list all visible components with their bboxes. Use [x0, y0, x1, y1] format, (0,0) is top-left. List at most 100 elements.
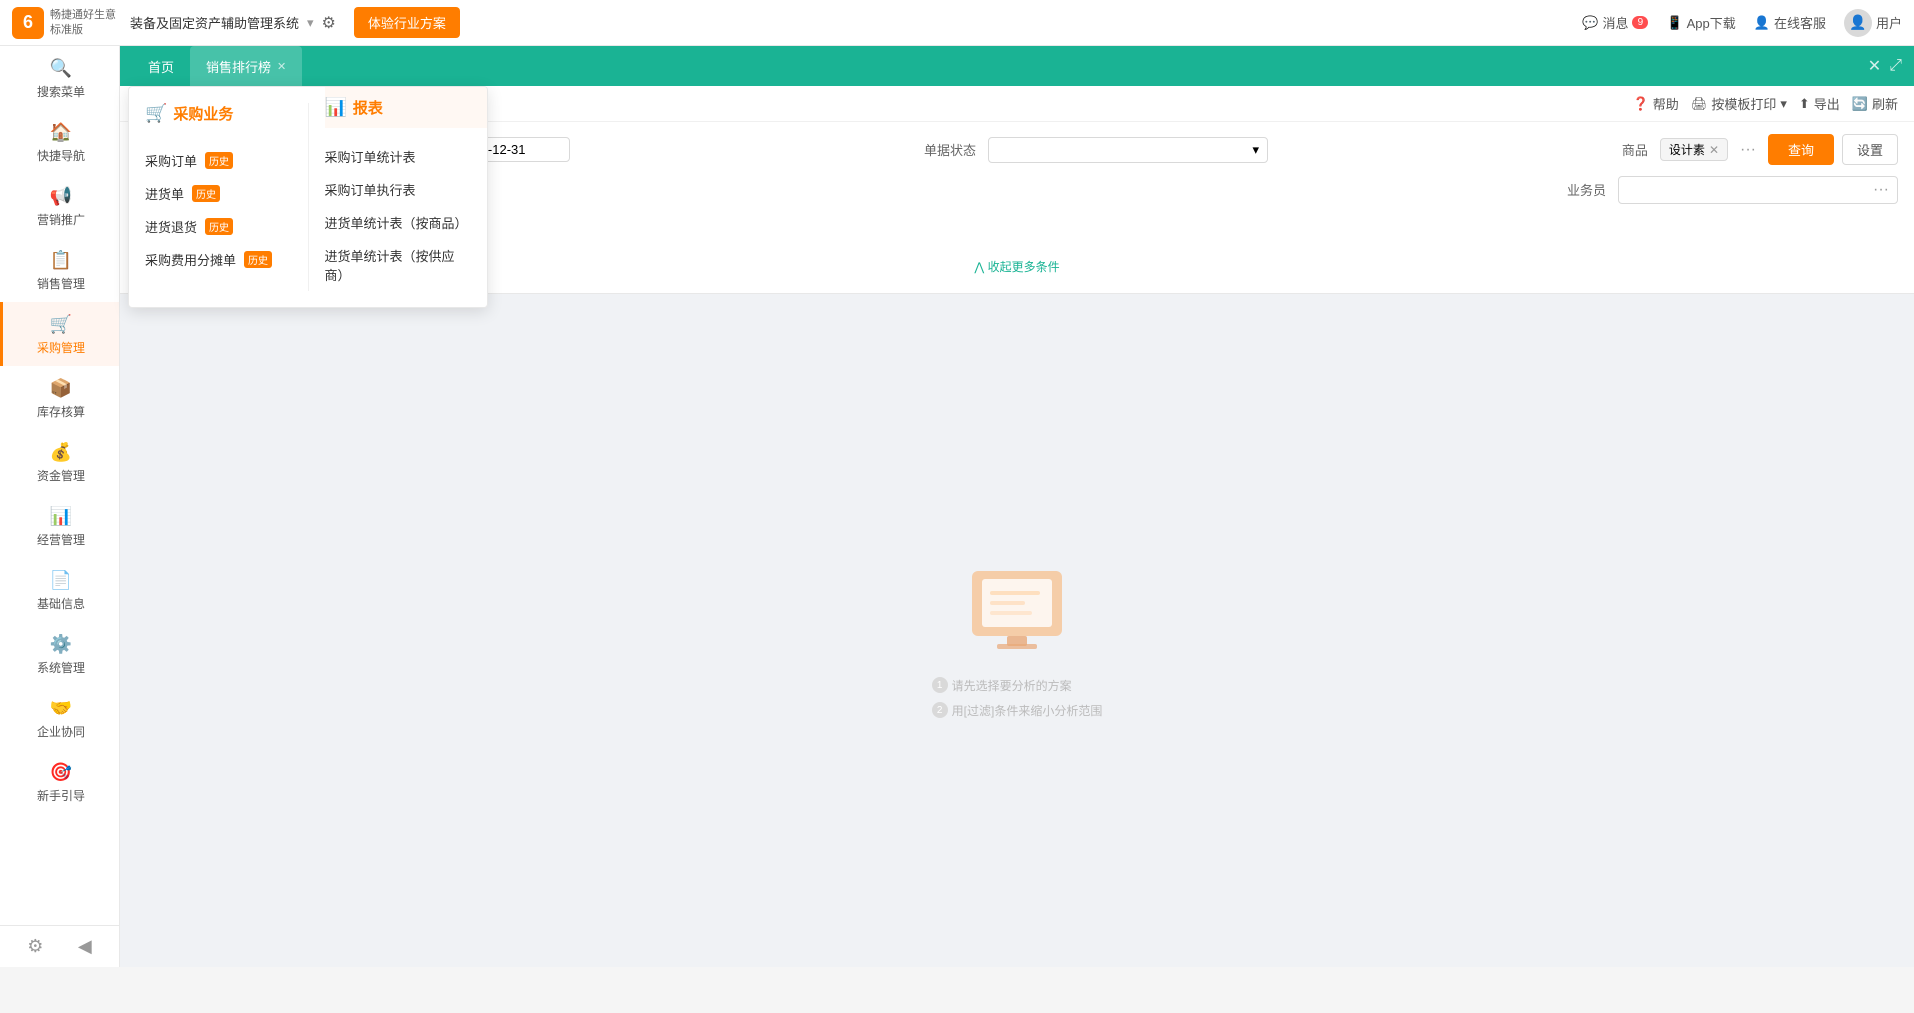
sidebar-item-marketing[interactable]: 📢 营销推广 — [0, 174, 119, 238]
export-icon: ⬆ — [1799, 96, 1810, 112]
incoming-label: 进货单 — [145, 184, 184, 203]
tab-expand-icon[interactable]: ⤢ — [1889, 57, 1902, 75]
order-exec-label: 采购订单执行表 — [325, 180, 416, 199]
logo-area: 6 畅捷通好生意 标准版 — [12, 7, 122, 39]
empty-hint-2: 2 用[过滤]条件来缩小分析范围 — [932, 702, 1103, 719]
sidebar-item-inventory[interactable]: 📦 库存核算 — [0, 366, 119, 430]
sidebar-label-inventory: 库存核算 — [37, 403, 85, 420]
sidebar-item-system[interactable]: ⚙️ 系统管理 — [0, 622, 119, 686]
tab-sales-rank[interactable]: 销售排行榜 ✕ — [190, 46, 302, 86]
messages-badge: 9 — [1632, 16, 1648, 29]
sidebar-label-operations: 经营管理 — [37, 531, 85, 548]
settings-btn[interactable]: 设置 — [1842, 134, 1898, 165]
system-title-text: 装备及固定资产辅助管理系统 — [130, 13, 299, 32]
mobile-icon: 📱 — [1666, 15, 1682, 31]
dropdown-left-header: 🛒 采购业务 — [145, 103, 292, 132]
goods-tag-close-icon[interactable]: ✕ — [1709, 143, 1719, 157]
tab-home[interactable]: 首页 — [132, 46, 190, 86]
search-icon: 🔍 — [50, 58, 72, 79]
salesperson-more-btn[interactable]: ··· — [1873, 181, 1889, 199]
messages-label: 消息 — [1602, 13, 1628, 32]
service-icon: 👤 — [1754, 15, 1770, 31]
sidebar-label-sales: 销售管理 — [37, 275, 85, 292]
cooperation-icon: 🤝 — [50, 698, 72, 719]
sidebar-label-basic: 基础信息 — [37, 595, 85, 612]
filter-actions-1: 查询 设置 — [1768, 134, 1898, 165]
dropdown-item-incoming-stats-supplier[interactable]: 进货单统计表（按供应商） — [325, 239, 472, 291]
dropdown-left-col: 🛒 采购业务 采购订单 历史 进货单 历史 进货退货 历史 采购费用分摊单 历史 — [145, 103, 292, 291]
user-item[interactable]: 👤 用户 — [1844, 9, 1902, 37]
sidebar-item-sales[interactable]: 📋 销售管理 — [0, 238, 119, 302]
dropdown-right-col: 📊 报表 采购订单统计表 采购订单执行表 进货单统计表（按商品） 进货单统计表（… — [325, 103, 472, 291]
logo-text: 畅捷通好生意 标准版 — [50, 8, 116, 37]
tab-close-all-icon[interactable]: ✕ — [1868, 56, 1881, 76]
sidebar-item-cooperation[interactable]: 🤝 企业协同 — [0, 686, 119, 750]
sidebar-collapse-icon[interactable]: ◀ — [78, 936, 92, 957]
app-download-item[interactable]: 📱 App下载 — [1666, 13, 1735, 32]
dropdown-item-incoming[interactable]: 进货单 历史 — [145, 177, 292, 210]
system-title-area: 装备及固定资产辅助管理系统 ▾ ⚙ 体验行业方案 — [130, 7, 1582, 38]
sidebar-item-finance[interactable]: 💰 资金管理 — [0, 430, 119, 494]
return-label: 进货退货 — [145, 217, 197, 236]
dropdown-item-return[interactable]: 进货退货 历史 — [145, 210, 292, 243]
tabbar-right: ✕ ⤢ — [1868, 56, 1902, 76]
incoming-history-badge: 历史 — [192, 185, 220, 202]
industry-btn[interactable]: 体验行业方案 — [354, 7, 460, 38]
dropdown-item-purchase-order[interactable]: 采购订单 历史 — [145, 144, 292, 177]
sidebar-bottom: ⚙ ◀ — [0, 925, 119, 967]
status-select[interactable]: ▾ — [988, 137, 1268, 163]
print-icon: 🖨 — [1691, 96, 1708, 112]
system-icon: ⚙️ — [50, 634, 72, 655]
online-service-item[interactable]: 👤 在线客服 — [1754, 13, 1826, 32]
purchase-dropdown-menu: 🛒 采购业务 采购订单 历史 进货单 历史 进货退货 历史 采购费用分摊单 历史… — [128, 86, 488, 308]
messages-item[interactable]: 💬 消息 9 — [1582, 13, 1648, 32]
title-dropdown-arrow[interactable]: ▾ — [307, 15, 314, 31]
sidebar-label-guide: 新手引导 — [37, 787, 85, 804]
basic-icon: 📄 — [50, 570, 72, 591]
sidebar-label-quick: 快捷导航 — [37, 147, 85, 164]
dropdown-item-order-exec[interactable]: 采购订单执行表 — [325, 173, 472, 206]
toolbar-export[interactable]: ⬆ 导出 — [1799, 94, 1840, 113]
sidebar-label-search: 搜索菜单 — [37, 83, 85, 100]
toolbar-help[interactable]: ❓ 帮助 — [1633, 94, 1679, 113]
dropdown-right-header-label: 报表 — [353, 97, 383, 118]
sidebar-settings-icon[interactable]: ⚙ — [27, 936, 43, 957]
sidebar-item-guide[interactable]: 🎯 新手引导 — [0, 750, 119, 814]
dropdown-right-header-icon: 📊 — [325, 97, 347, 118]
incoming-stats-goods-label: 进货单统计表（按商品） — [325, 213, 468, 232]
status-dropdown-icon: ▾ — [1252, 142, 1259, 158]
tabbar: 首页 销售排行榜 ✕ ✕ ⤢ — [120, 46, 1914, 86]
help-icon: ❓ — [1633, 96, 1649, 112]
sidebar-label-cooperation: 企业协同 — [37, 723, 85, 740]
sidebar-item-operations[interactable]: 📊 经营管理 — [0, 494, 119, 558]
goods-tag[interactable]: 设计素 ✕ — [1660, 138, 1728, 161]
goods-label: 商品 — [1622, 140, 1648, 159]
query-btn[interactable]: 查询 — [1768, 134, 1834, 165]
goods-more-btn[interactable]: ··· — [1740, 141, 1756, 159]
print-dropdown-icon[interactable]: ▾ — [1780, 96, 1787, 112]
dropdown-item-order-stats[interactable]: 采购订单统计表 — [325, 140, 472, 173]
settings-icon[interactable]: ⚙ — [322, 13, 336, 33]
online-service-label: 在线客服 — [1774, 13, 1826, 32]
order-stats-label: 采购订单统计表 — [325, 147, 416, 166]
empty-hint-1: 1 请先选择要分析的方案 — [932, 677, 1072, 694]
expense-label: 采购费用分摊单 — [145, 250, 236, 269]
dropdown-left-header-icon: 🛒 — [145, 103, 167, 124]
inventory-icon: 📦 — [50, 378, 72, 399]
sidebar-item-search[interactable]: 🔍 搜索菜单 — [0, 46, 119, 110]
tab-close-icon[interactable]: ✕ — [277, 60, 286, 73]
toolbar-refresh[interactable]: 🔄 刷新 — [1852, 94, 1898, 113]
dropdown-item-expense[interactable]: 采购费用分摊单 历史 — [145, 243, 292, 276]
toolbar-print[interactable]: 🖨 按模板打印 ▾ — [1691, 94, 1787, 113]
sidebar-item-basic[interactable]: 📄 基础信息 — [0, 558, 119, 622]
tab-sales-rank-label: 销售排行榜 — [206, 57, 271, 76]
dropdown-right-header: 📊 报表 — [325, 87, 488, 128]
dropdown-item-incoming-stats-goods[interactable]: 进货单统计表（按商品） — [325, 206, 472, 239]
sidebar-item-purchase[interactable]: 🛒 采购管理 — [0, 302, 119, 366]
empty-svg — [952, 551, 1082, 661]
user-label: 用户 — [1876, 13, 1902, 32]
sidebar-item-quick[interactable]: 🏠 快捷导航 — [0, 110, 119, 174]
salesperson-select[interactable]: ··· — [1618, 176, 1898, 204]
sidebar-label-system: 系统管理 — [37, 659, 85, 676]
sales-icon: 📋 — [50, 250, 72, 271]
